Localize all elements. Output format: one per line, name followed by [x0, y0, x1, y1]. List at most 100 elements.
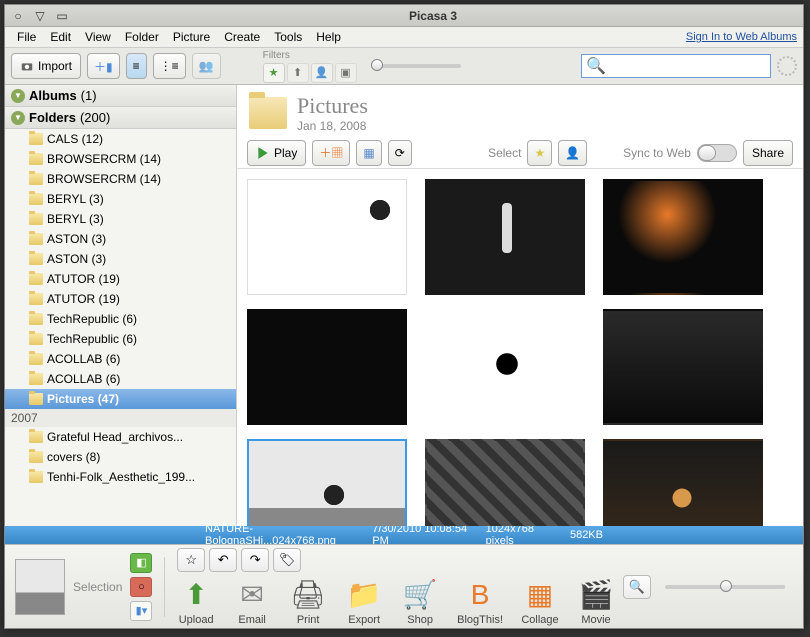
menu-help[interactable]: Help [310, 28, 347, 46]
search-box[interactable]: 🔍 [581, 54, 771, 78]
tree-item-label: ACOLLAB (6) [47, 372, 120, 386]
hold-button[interactable]: ◧ [130, 553, 152, 573]
folder-icon [29, 451, 43, 463]
select-star-button[interactable]: ★ [527, 140, 552, 166]
upload-button[interactable]: ⬆Upload [177, 578, 215, 626]
movie-button[interactable]: 🎬Movie [577, 578, 615, 626]
sidebar-item-techrepublic[interactable]: TechRepublic (6) [5, 309, 236, 329]
filter-star-button[interactable]: ★ [263, 63, 285, 83]
sidebar-item-beryl[interactable]: BERYL (3) [5, 189, 236, 209]
blogthis-button[interactable]: B BlogThis! [457, 578, 503, 626]
thumbnail[interactable] [425, 309, 585, 425]
shop-icon: 🛒 [401, 578, 439, 612]
new-album-button[interactable]: ＋▮ [87, 53, 120, 79]
create-movie-button[interactable]: ⟳ [388, 140, 412, 166]
sidebar-item[interactable]: Tenhi-Folk_Aesthetic_199... [5, 467, 236, 487]
window-maximize-icon[interactable]: ▭ [55, 9, 69, 23]
sidebar-item[interactable]: covers (8) [5, 447, 236, 467]
filter-movie-button[interactable]: ▣ [335, 63, 357, 83]
thumbnail[interactable] [603, 439, 763, 526]
import-label: Import [38, 59, 72, 73]
main-toolbar: Import ＋▮ ≡ ⋮≡ 👥 Filters ★ ⬆ 👤 ▣ 🔍 [5, 47, 803, 85]
play-label: Play [274, 146, 297, 160]
zoom-slider[interactable] [665, 585, 785, 589]
selection-thumbnail[interactable] [15, 559, 65, 615]
tree-item-label: Tenhi-Folk_Aesthetic_199... [47, 470, 195, 484]
email-button[interactable]: ✉Email [233, 578, 271, 626]
sidebar-item-atutor[interactable]: ATUTOR (19) [5, 289, 236, 309]
albums-header[interactable]: ▼ Albums (1) [5, 85, 236, 107]
view-list-button[interactable]: ≡ [126, 53, 147, 79]
sidebar-item-acollab[interactable]: ACOLLAB (6) [5, 349, 236, 369]
window-menu-icon[interactable]: ○ [11, 9, 25, 23]
share-button[interactable]: Share [743, 140, 793, 166]
menu-view[interactable]: View [79, 28, 117, 46]
create-collage-button[interactable]: ▦ [356, 140, 381, 166]
thumbnail[interactable] [603, 179, 763, 295]
sidebar-item-techrepublic[interactable]: TechRepublic (6) [5, 329, 236, 349]
sidebar-item-beryl[interactable]: BERYL (3) [5, 209, 236, 229]
folder-icon [29, 431, 43, 443]
search-icon: 🔍 [586, 56, 606, 76]
window-minimize-icon[interactable]: ▽ [33, 9, 47, 23]
filter-upload-button[interactable]: ⬆ [287, 63, 309, 83]
thumbnail[interactable] [247, 439, 407, 526]
folder-icon [29, 173, 43, 185]
sidebar-item-pictures[interactable]: Pictures (47) [5, 389, 236, 409]
add-photos-button[interactable]: ＋▦ [312, 140, 350, 166]
print-button[interactable]: 🖨Print [289, 578, 327, 626]
play-button[interactable]: Play [247, 140, 306, 166]
collage-button[interactable]: ▦Collage [521, 578, 559, 626]
bottom-bar: Selection ◧ ○ ▮▾ ☆ ↶ ↷ 🏷 ⬆Upload✉Email🖨P… [5, 544, 803, 628]
email-icon: ✉ [233, 578, 271, 612]
menu-file[interactable]: File [11, 28, 42, 46]
loading-spinner-icon [777, 56, 797, 76]
select-people-button[interactable]: 👤 [558, 140, 587, 166]
sidebar-item-aston[interactable]: ASTON (3) [5, 229, 236, 249]
sidebar-item-aston[interactable]: ASTON (3) [5, 249, 236, 269]
add-to-button[interactable]: ▮▾ [130, 601, 152, 621]
rotate-right-button[interactable]: ↷ [241, 548, 269, 572]
content-pane: Pictures Jan 18, 2008 Play ＋▦ ▦ ⟳ Select… [237, 85, 803, 526]
rotate-left-button[interactable]: ↶ [209, 548, 237, 572]
search-input[interactable] [606, 59, 766, 73]
share-label: Share [752, 146, 784, 160]
menu-folder[interactable]: Folder [119, 28, 165, 46]
signin-link[interactable]: Sign In to Web Albums [686, 31, 797, 43]
menu-tools[interactable]: Tools [268, 28, 308, 46]
export-button[interactable]: 📁Export [345, 578, 383, 626]
menu-picture[interactable]: Picture [167, 28, 216, 46]
menu-create[interactable]: Create [218, 28, 266, 46]
clear-button[interactable]: ○ [130, 577, 152, 597]
sync-toggle[interactable] [697, 144, 737, 162]
sidebar-item[interactable]: Grateful Head_archivos... [5, 427, 236, 447]
tree-item-label: BROWSERCRM (14) [47, 172, 161, 186]
sidebar-item-browsercrm[interactable]: BROWSERCRM (14) [5, 169, 236, 189]
sidebar-item-atutor[interactable]: ATUTOR (19) [5, 269, 236, 289]
tree-item-label: BERYL (3) [47, 192, 104, 206]
star-button[interactable]: ☆ [177, 548, 205, 572]
folders-header[interactable]: ▼ Folders (200) [5, 107, 236, 129]
folder-icon [29, 471, 43, 483]
blogthis!-icon: B [461, 578, 499, 612]
sidebar-item-cals[interactable]: CALS (12) [5, 129, 236, 149]
sidebar-item-acollab[interactable]: ACOLLAB (6) [5, 369, 236, 389]
shop-button[interactable]: 🛒Shop [401, 578, 439, 626]
thumbnail[interactable] [425, 179, 585, 295]
tag-button[interactable]: 🏷 [273, 548, 301, 572]
tree-item-label: TechRepublic (6) [47, 312, 137, 326]
view-tree-button[interactable]: ⋮≡ [153, 53, 186, 79]
import-button[interactable]: Import [11, 53, 81, 79]
thumbnail[interactable] [247, 309, 407, 425]
tree-item-label: BROWSERCRM (14) [47, 152, 161, 166]
filter-slider[interactable] [371, 64, 461, 68]
thumbnail[interactable] [603, 309, 763, 425]
thumbnail[interactable] [425, 439, 585, 526]
action-label: BlogThis! [457, 614, 503, 626]
menu-edit[interactable]: Edit [44, 28, 77, 46]
sidebar-item-browsercrm[interactable]: BROWSERCRM (14) [5, 149, 236, 169]
zoom-fit-button[interactable]: 🔍 [623, 575, 651, 599]
folder-icon [29, 273, 43, 285]
filter-face-button[interactable]: 👤 [311, 63, 333, 83]
people-button[interactable]: 👥 [192, 53, 221, 79]
